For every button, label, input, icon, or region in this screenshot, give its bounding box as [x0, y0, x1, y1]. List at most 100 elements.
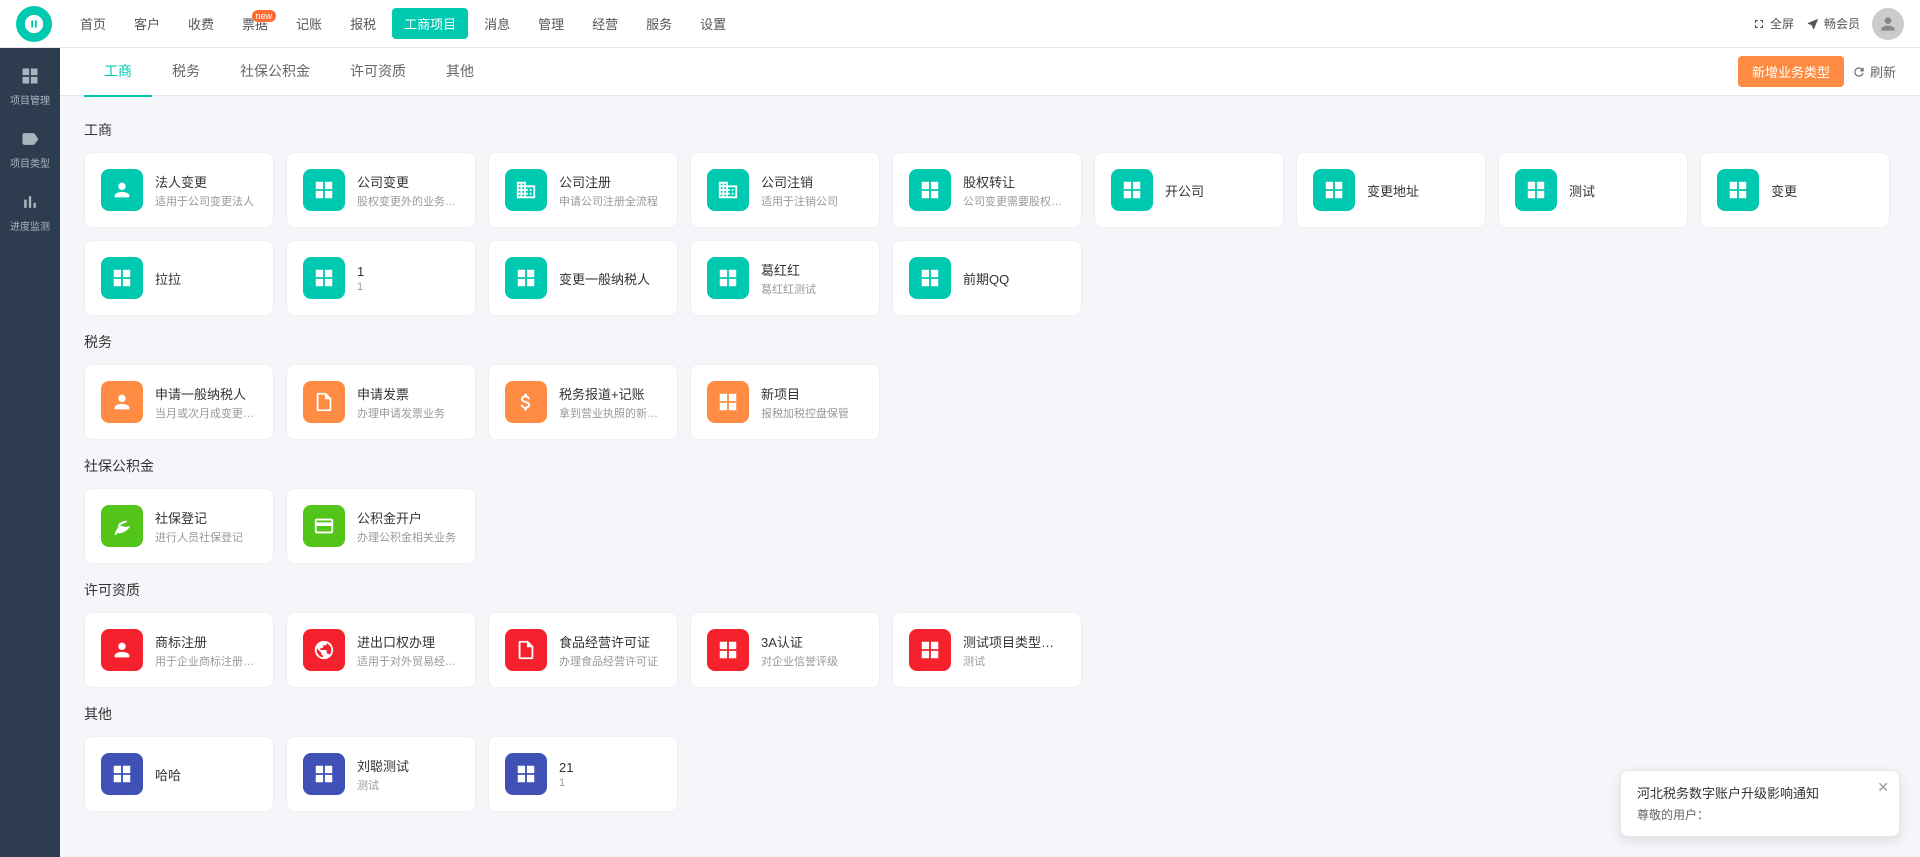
card-text: 1 1 — [357, 264, 459, 293]
card-title: 21 — [559, 760, 661, 775]
sidebar-item-0[interactable]: 项目管理 — [4, 56, 56, 115]
card-desc: 办理公积金相关业务 — [357, 529, 459, 545]
card-item[interactable]: 公积金开户 办理公积金相关业务 — [286, 488, 476, 564]
sub-tab-税务[interactable]: 税务 — [152, 47, 220, 97]
card-item[interactable]: 社保登记 进行人员社保登记 — [84, 488, 274, 564]
card-item[interactable]: 变更地址 — [1296, 152, 1486, 228]
card-title: 商标注册 — [155, 632, 257, 651]
nav-item-客户[interactable]: 客户 — [122, 8, 172, 39]
card-title: 公司变更 — [357, 172, 459, 191]
card-item[interactable]: 拉拉 — [84, 240, 274, 316]
card-item[interactable]: 刘聪测试 测试 — [286, 736, 476, 812]
card-desc: 公司变更需要股权转让 — [963, 193, 1065, 209]
card-text: 3A认证 对企业信誉评级 — [761, 632, 863, 669]
card-item[interactable]: 股权转让 公司变更需要股权转让 — [892, 152, 1082, 228]
card-text: 变更地址 — [1367, 181, 1469, 200]
nav-item-管理[interactable]: 管理 — [526, 8, 576, 39]
refresh-button[interactable]: 刷新 — [1852, 62, 1896, 81]
card-item[interactable]: 21 1 — [488, 736, 678, 812]
card-item[interactable]: 哈哈 — [84, 736, 274, 812]
card-icon — [909, 169, 951, 211]
card-icon — [1313, 169, 1355, 211]
card-item[interactable]: 葛红红 葛红红测试 — [690, 240, 880, 316]
sidebar-icon-1 — [18, 127, 42, 151]
card-desc: 适用于注销公司 — [761, 193, 863, 209]
section-title-1: 税务 — [84, 332, 1896, 352]
card-icon — [1515, 169, 1557, 211]
card-desc: 测试 — [963, 653, 1065, 669]
nav-item-设置[interactable]: 设置 — [688, 8, 738, 39]
card-item[interactable]: 税务报道+记账 拿到营业执照的新公司 — [488, 364, 678, 440]
page-body: 工商 法人变更 适用于公司变更法人 公司变更 股权变更外的业务变更 公司注册 — [60, 96, 1920, 844]
card-item[interactable]: 申请发票 办理申请发票业务 — [286, 364, 476, 440]
card-icon — [303, 629, 345, 671]
nav-items-container: 首页客户收费票据new记账报税工商项目消息管理经营服务设置 — [68, 8, 1752, 39]
card-item[interactable]: 1 1 — [286, 240, 476, 316]
member-label: 畅会员 — [1824, 15, 1860, 32]
fullscreen-button[interactable]: 全屏 — [1752, 15, 1794, 32]
card-title: 新项目 — [761, 384, 863, 403]
card-item[interactable]: 开公司 — [1094, 152, 1284, 228]
card-item[interactable]: 3A认证 对企业信誉评级 — [690, 612, 880, 688]
nav-item-记账[interactable]: 记账 — [284, 8, 334, 39]
card-icon — [707, 629, 749, 671]
card-item[interactable]: 变更一般纳税人 — [488, 240, 678, 316]
card-icon — [505, 257, 547, 299]
sub-tab-其他[interactable]: 其他 — [426, 47, 494, 97]
nav-item-首页[interactable]: 首页 — [68, 8, 118, 39]
sub-tabs-right: 新增业务类型 刷新 — [1738, 56, 1896, 87]
card-item[interactable]: 进出口权办理 适用于对外贸易经营者 — [286, 612, 476, 688]
nav-item-消息[interactable]: 消息 — [472, 8, 522, 39]
member-button[interactable]: 畅会员 — [1806, 15, 1860, 32]
card-item[interactable]: 法人变更 适用于公司变更法人 — [84, 152, 274, 228]
card-title: 1 — [357, 264, 459, 279]
card-item[interactable]: 食品经营许可证 办理食品经营许可证 — [488, 612, 678, 688]
nav-item-票据[interactable]: 票据new — [230, 8, 280, 39]
card-text: 21 1 — [559, 760, 661, 789]
card-icon — [101, 257, 143, 299]
nav-item-报税[interactable]: 报税 — [338, 8, 388, 39]
card-text: 商标注册 用于企业商标注册服务 — [155, 632, 257, 669]
section-title-3: 许可资质 — [84, 580, 1896, 600]
nav-item-工商项目[interactable]: 工商项目 — [392, 8, 468, 39]
card-item[interactable]: 商标注册 用于企业商标注册服务 — [84, 612, 274, 688]
card-text: 公司注册 申请公司注册全流程 — [559, 172, 661, 209]
card-desc: 1 — [559, 777, 661, 789]
card-item[interactable]: 新项目 报税加税控盘保管 — [690, 364, 880, 440]
card-title: 申请发票 — [357, 384, 459, 403]
sub-tab-社保公积金[interactable]: 社保公积金 — [220, 47, 330, 97]
nav-item-收费[interactable]: 收费 — [176, 8, 226, 39]
sub-tab-许可资质[interactable]: 许可资质 — [330, 47, 426, 97]
card-item[interactable]: 公司注册 申请公司注册全流程 — [488, 152, 678, 228]
card-icon — [303, 505, 345, 547]
card-item[interactable]: 测试项目类型目定义 测试 — [892, 612, 1082, 688]
user-avatar[interactable] — [1872, 8, 1904, 40]
card-desc: 测试 — [357, 777, 459, 793]
card-item[interactable]: 变更 — [1700, 152, 1890, 228]
sub-tab-工商[interactable]: 工商 — [84, 47, 152, 97]
card-text: 法人变更 适用于公司变更法人 — [155, 172, 257, 209]
new-type-button[interactable]: 新增业务类型 — [1738, 56, 1844, 87]
cards-grid-1: 申请一般纳税人 当月或次月成变更完成 申请发票 办理申请发票业务 税务报道+记账… — [84, 364, 1896, 440]
notification-close-button[interactable]: ✕ — [1877, 779, 1889, 796]
card-item[interactable]: 申请一般纳税人 当月或次月成变更完成 — [84, 364, 274, 440]
nav-item-经营[interactable]: 经营 — [580, 8, 630, 39]
card-text: 变更一般纳税人 — [559, 269, 661, 288]
card-title: 测试项目类型目定义 — [963, 632, 1065, 651]
card-title: 法人变更 — [155, 172, 257, 191]
card-icon — [303, 169, 345, 211]
card-item[interactable]: 公司变更 股权变更外的业务变更 — [286, 152, 476, 228]
card-icon — [707, 257, 749, 299]
nav-item-服务[interactable]: 服务 — [634, 8, 684, 39]
card-text: 税务报道+记账 拿到营业执照的新公司 — [559, 384, 661, 421]
card-item[interactable]: 前期QQ — [892, 240, 1082, 316]
card-icon — [303, 753, 345, 795]
card-icon — [303, 381, 345, 423]
card-item[interactable]: 测试 — [1498, 152, 1688, 228]
sidebar-item-2[interactable]: 进度监测 — [4, 182, 56, 241]
card-icon — [101, 505, 143, 547]
sidebar-item-1[interactable]: 项目类型 — [4, 119, 56, 178]
card-icon — [101, 753, 143, 795]
card-item[interactable]: 公司注销 适用于注销公司 — [690, 152, 880, 228]
cards-grid-0: 法人变更 适用于公司变更法人 公司变更 股权变更外的业务变更 公司注册 申请公司… — [84, 152, 1896, 316]
